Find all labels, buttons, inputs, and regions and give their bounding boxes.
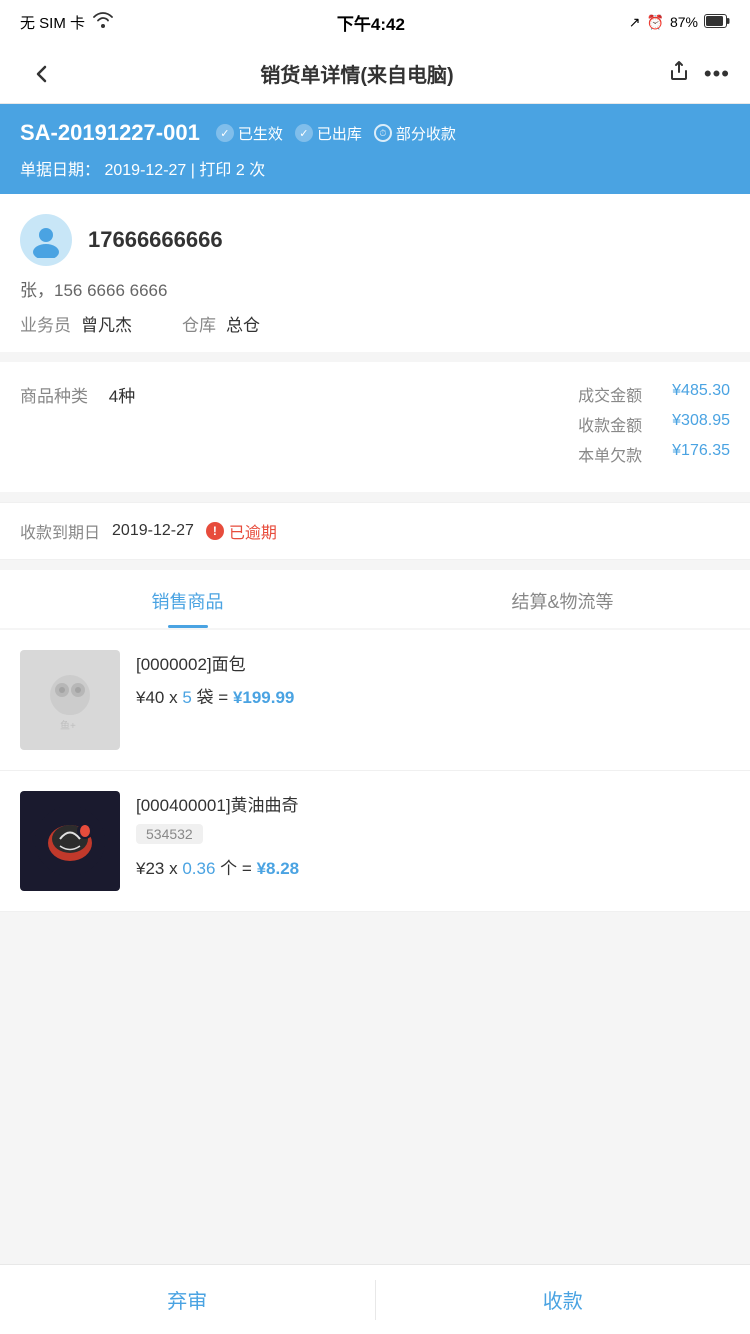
- qty-0: 5: [182, 688, 191, 707]
- nav-bar: 销货单详情(来自电脑) •••: [0, 44, 750, 104]
- status-bar: 无 SIM 卡 下午4:42 ↗ ⏰ 87%: [0, 0, 750, 44]
- alarm-icon: ⏰: [647, 14, 664, 31]
- price-base-1: ¥23: [136, 859, 164, 878]
- unit-0: 袋: [197, 688, 214, 707]
- qty-1: 0.36: [182, 859, 215, 878]
- amount-value-1: ¥308.95: [672, 412, 730, 436]
- battery-icon: [704, 14, 730, 31]
- products-list: 鱼+ [0000002]面包 ¥40 x 5 袋 = ¥199.99: [0, 630, 750, 912]
- salesperson-item: 业务员 曾凡杰: [20, 311, 132, 336]
- amount-value-2: ¥176.35: [672, 442, 730, 466]
- due-date-value: 2019-12-27: [112, 522, 194, 540]
- amount-label-1: 收款金额: [578, 412, 642, 436]
- overdue-text: 已逾期: [229, 519, 277, 543]
- amount-label-0: 成交金额: [578, 382, 642, 406]
- tab-settlement[interactable]: 结算&物流等: [375, 570, 750, 628]
- svg-text:鱼+: 鱼+: [60, 719, 76, 732]
- product-kind-row: 商品种类 4种: [20, 382, 135, 407]
- order-date: 2019-12-27: [104, 162, 186, 179]
- product-kind-label: 商品种类: [20, 387, 88, 406]
- order-date-row: 单据日期： 2019-12-27 | 打印 2 次: [20, 156, 730, 180]
- clock-icon: ⏱: [374, 124, 392, 142]
- date-label: 单据日期：: [20, 162, 100, 179]
- status-time: 下午4:42: [337, 10, 405, 35]
- check-icon-1: ✓: [216, 124, 234, 142]
- product-name-1: [000400001]黄油曲奇: [136, 791, 730, 816]
- print-label: 打印: [199, 162, 231, 179]
- nav-right-actions: •••: [650, 60, 730, 88]
- confirm-payment-button[interactable]: 收款: [376, 1265, 750, 1334]
- customer-phone: 17666666666: [88, 227, 223, 253]
- order-id: SA-20191227-001: [20, 120, 200, 146]
- amount-row-1: 收款金额 ¥308.95: [578, 412, 730, 436]
- unit-1: 个: [220, 859, 237, 878]
- status-badges: ✓ 已生效 ✓ 已出库 ⏱ 部分收款: [216, 123, 456, 144]
- more-icon[interactable]: •••: [704, 61, 730, 87]
- battery-percent: 87%: [670, 14, 698, 30]
- total-0: ¥199.99: [233, 688, 294, 707]
- total-1: ¥8.28: [257, 859, 300, 878]
- tabs: 销售商品 结算&物流等: [0, 570, 750, 628]
- product-price-0: ¥40 x 5 袋 = ¥199.99: [136, 683, 730, 708]
- overdue-dot-icon: !: [206, 522, 224, 540]
- status-right: ↗ ⏰ 87%: [629, 14, 730, 31]
- bottom-bar: 弃审 收款: [0, 1264, 750, 1334]
- customer-top: 17666666666: [20, 214, 730, 266]
- location-icon: ↗: [629, 14, 641, 31]
- product-tag-1: 534532: [136, 824, 203, 844]
- product-info-0: [0000002]面包 ¥40 x 5 袋 = ¥199.99: [136, 650, 730, 708]
- product-item-1: [000400001]黄油曲奇 534532 ¥23 x 0.36 个 = ¥8…: [0, 771, 750, 912]
- avatar: [20, 214, 72, 266]
- cancel-button[interactable]: 弃审: [0, 1265, 375, 1334]
- amount-label-2: 本单欠款: [578, 442, 642, 466]
- salesperson-label: 业务员: [20, 311, 71, 336]
- amount-row-2: 本单欠款 ¥176.35: [578, 442, 730, 466]
- product-info-1: [000400001]黄油曲奇 534532 ¥23 x 0.36 个 = ¥8…: [136, 791, 730, 879]
- overdue-badge: ! 已逾期: [206, 519, 277, 543]
- customer-card: 17666666666 张，156 6666 6666 业务员 曾凡杰 仓库 总…: [0, 194, 750, 352]
- amount-row-0: 成交金额 ¥485.30: [578, 382, 730, 406]
- status-left: 无 SIM 卡: [20, 12, 113, 33]
- sim-label: 无 SIM 卡: [20, 12, 85, 33]
- print-unit: 次: [249, 162, 265, 179]
- warehouse-value: 总仓: [226, 311, 260, 336]
- customer-meta: 业务员 曾凡杰 仓库 总仓: [20, 311, 730, 336]
- badge-partial-payment: ⏱ 部分收款: [374, 123, 456, 144]
- due-date-bar: 收款到期日 2019-12-27 ! 已逾期: [0, 502, 750, 560]
- badge-shipped: ✓ 已出库: [295, 123, 362, 144]
- customer-sub-info: 张，156 6666 6666: [20, 276, 730, 301]
- due-label: 收款到期日: [20, 519, 100, 543]
- tab-sales-products[interactable]: 销售商品: [0, 570, 375, 628]
- print-count: 2: [236, 162, 245, 179]
- warehouse-item: 仓库 总仓: [182, 311, 260, 336]
- product-thumb-0: 鱼+: [20, 650, 120, 750]
- share-icon[interactable]: [668, 60, 690, 88]
- page-title: 销货单详情(来自电脑): [64, 59, 650, 88]
- summary-amounts: 成交金额 ¥485.30 收款金额 ¥308.95 本单欠款 ¥176.35: [578, 382, 730, 472]
- summary-left: 商品种类 4种: [20, 382, 135, 411]
- product-thumb-1: [20, 791, 120, 891]
- summary-card: 商品种类 4种 成交金额 ¥485.30 收款金额 ¥308.95 本单欠款 ¥…: [0, 362, 750, 492]
- product-price-1: ¥23 x 0.36 个 = ¥8.28: [136, 854, 730, 879]
- amount-value-0: ¥485.30: [672, 382, 730, 406]
- order-header: SA-20191227-001 ✓ 已生效 ✓ 已出库 ⏱ 部分收款 单据日期：…: [0, 104, 750, 194]
- back-button[interactable]: [20, 62, 64, 86]
- product-item-0: 鱼+ [0000002]面包 ¥40 x 5 袋 = ¥199.99: [0, 630, 750, 771]
- wifi-icon: [93, 12, 113, 32]
- badge-effective: ✓ 已生效: [216, 123, 283, 144]
- check-icon-2: ✓: [295, 124, 313, 142]
- price-base-0: ¥40: [136, 688, 164, 707]
- salesperson-value: 曾凡杰: [81, 311, 132, 336]
- product-name-0: [0000002]面包: [136, 650, 730, 675]
- warehouse-label: 仓库: [182, 311, 216, 336]
- product-kind-value: 4种: [109, 387, 135, 406]
